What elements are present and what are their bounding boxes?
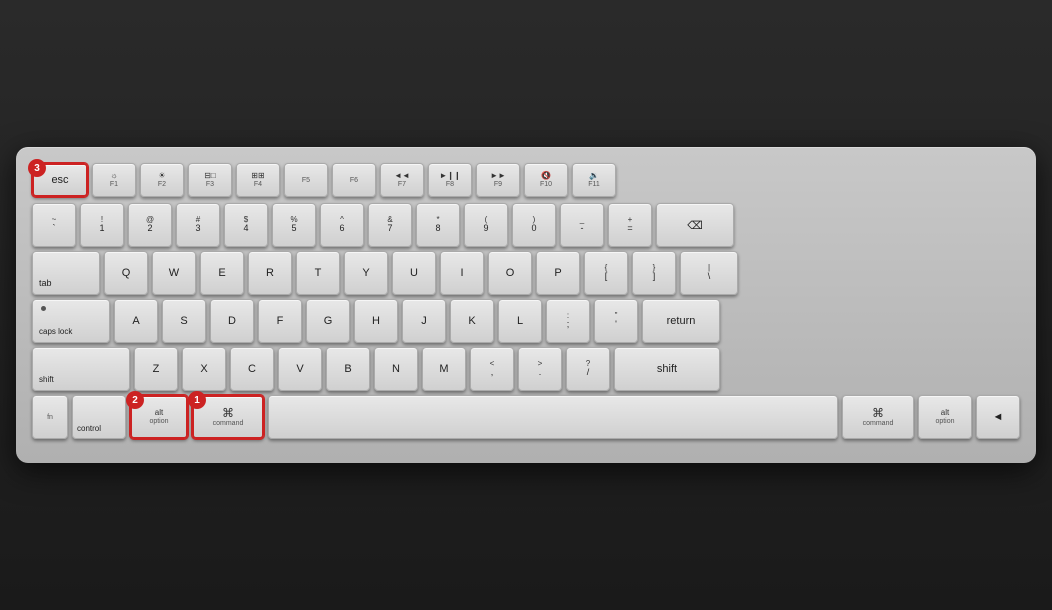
key-n[interactable]: N <box>374 347 418 391</box>
key-f11[interactable]: 🔉 F11 <box>572 163 616 197</box>
key-arrow-left[interactable]: ◄ <box>976 395 1020 439</box>
key-f1[interactable]: ☼ F1 <box>92 163 136 197</box>
key-minus[interactable]: _ - <box>560 203 604 247</box>
key-h[interactable]: H <box>354 299 398 343</box>
key-x[interactable]: X <box>182 347 226 391</box>
key-command-left[interactable]: 1 ⌘ command <box>192 395 264 439</box>
key-g[interactable]: G <box>306 299 350 343</box>
f3-icon: ⊟□ <box>204 172 216 181</box>
f4-icon: ⊞⊞ <box>251 172 264 181</box>
key-i[interactable]: I <box>440 251 484 295</box>
key-f3[interactable]: ⊟□ F3 <box>188 163 232 197</box>
key-comma[interactable]: < , <box>470 347 514 391</box>
badge-option: 2 <box>126 391 144 409</box>
key-3[interactable]: # 3 <box>176 203 220 247</box>
key-t[interactable]: T <box>296 251 340 295</box>
key-esc[interactable]: 3 esc <box>32 163 88 197</box>
key-backslash[interactable]: | \ <box>680 251 738 295</box>
key-f5[interactable]: F5 <box>284 163 328 197</box>
key-capslock[interactable]: caps lock <box>32 299 110 343</box>
key-equals[interactable]: + = <box>608 203 652 247</box>
f1-icon: ☼ <box>110 172 117 181</box>
key-5[interactable]: % 5 <box>272 203 316 247</box>
key-k[interactable]: K <box>450 299 494 343</box>
key-space[interactable] <box>268 395 838 439</box>
key-lbracket[interactable]: { [ <box>584 251 628 295</box>
key-f10[interactable]: 🔇 F10 <box>524 163 568 197</box>
key-9[interactable]: ( 9 <box>464 203 508 247</box>
key-semicolon[interactable]: : ; <box>546 299 590 343</box>
badge-command: 1 <box>188 391 206 409</box>
key-u[interactable]: U <box>392 251 436 295</box>
f9-icon: ►► <box>490 172 506 181</box>
a-row: caps lock A S D F G H J K L : ; " ' retu… <box>32 299 1020 343</box>
key-r[interactable]: R <box>248 251 292 295</box>
key-4[interactable]: $ 4 <box>224 203 268 247</box>
q-row: tab Q W E R T Y U I O P { [ } ] | \ <box>32 251 1020 295</box>
key-tab[interactable]: tab <box>32 251 100 295</box>
key-1[interactable]: ! 1 <box>80 203 124 247</box>
key-f4[interactable]: ⊞⊞ F4 <box>236 163 280 197</box>
key-8[interactable]: * 8 <box>416 203 460 247</box>
key-s[interactable]: S <box>162 299 206 343</box>
key-q[interactable]: Q <box>104 251 148 295</box>
key-0[interactable]: ) 0 <box>512 203 556 247</box>
key-e[interactable]: E <box>200 251 244 295</box>
keyboard-container: 3 esc ☼ F1 ☀ F2 ⊟□ F3 ⊞⊞ F4 F5 <box>0 0 1052 610</box>
f2-icon: ☀ <box>158 172 165 181</box>
f7-icon: ◄◄ <box>394 172 410 181</box>
key-7[interactable]: & 7 <box>368 203 412 247</box>
f10-icon: 🔇 <box>541 172 551 181</box>
key-f6[interactable]: F6 <box>332 163 376 197</box>
key-quote[interactable]: " ' <box>594 299 638 343</box>
key-w[interactable]: W <box>152 251 196 295</box>
key-slash[interactable]: ? / <box>566 347 610 391</box>
key-l[interactable]: L <box>498 299 542 343</box>
keyboard: 3 esc ☼ F1 ☀ F2 ⊟□ F3 ⊞⊞ F4 F5 <box>16 147 1036 463</box>
fn-key-row: 3 esc ☼ F1 ☀ F2 ⊟□ F3 ⊞⊞ F4 F5 <box>32 163 1020 197</box>
key-command-right[interactable]: ⌘ command <box>842 395 914 439</box>
bottom-row: fn control 2 alt option 1 ⌘ command ⌘ co… <box>32 395 1020 439</box>
key-shift-left[interactable]: shift <box>32 347 130 391</box>
key-p[interactable]: P <box>536 251 580 295</box>
key-a[interactable]: A <box>114 299 158 343</box>
key-control[interactable]: control <box>72 395 126 439</box>
key-c[interactable]: C <box>230 347 274 391</box>
esc-label: esc <box>51 174 68 186</box>
key-z[interactable]: Z <box>134 347 178 391</box>
key-f2[interactable]: ☀ F2 <box>140 163 184 197</box>
key-return[interactable]: return <box>642 299 720 343</box>
key-f[interactable]: F <box>258 299 302 343</box>
key-shift-right[interactable]: shift <box>614 347 720 391</box>
key-d[interactable]: D <box>210 299 254 343</box>
key-b[interactable]: B <box>326 347 370 391</box>
key-backtick[interactable]: ~ ` <box>32 203 76 247</box>
key-v[interactable]: V <box>278 347 322 391</box>
key-period[interactable]: > . <box>518 347 562 391</box>
key-fn[interactable]: fn <box>32 395 68 439</box>
key-rbracket[interactable]: } ] <box>632 251 676 295</box>
number-row: ~ ` ! 1 @ 2 # 3 $ 4 % 5 <box>32 203 1020 247</box>
z-row: shift Z X C V B N M < , > . ? / shift <box>32 347 1020 391</box>
key-o[interactable]: O <box>488 251 532 295</box>
key-2[interactable]: @ 2 <box>128 203 172 247</box>
key-f7[interactable]: ◄◄ F7 <box>380 163 424 197</box>
key-f9[interactable]: ►► F9 <box>476 163 520 197</box>
f8-icon: ►❙❙ <box>439 172 460 181</box>
key-6[interactable]: ^ 6 <box>320 203 364 247</box>
key-option-left[interactable]: 2 alt option <box>130 395 188 439</box>
key-m[interactable]: M <box>422 347 466 391</box>
key-backspace[interactable]: ⌫ <box>656 203 734 247</box>
f11-icon: 🔉 <box>589 172 599 181</box>
key-j[interactable]: J <box>402 299 446 343</box>
badge-esc: 3 <box>28 159 46 177</box>
key-option-right[interactable]: alt option <box>918 395 972 439</box>
caps-indicator <box>41 306 46 311</box>
key-f8[interactable]: ►❙❙ F8 <box>428 163 472 197</box>
key-y[interactable]: Y <box>344 251 388 295</box>
